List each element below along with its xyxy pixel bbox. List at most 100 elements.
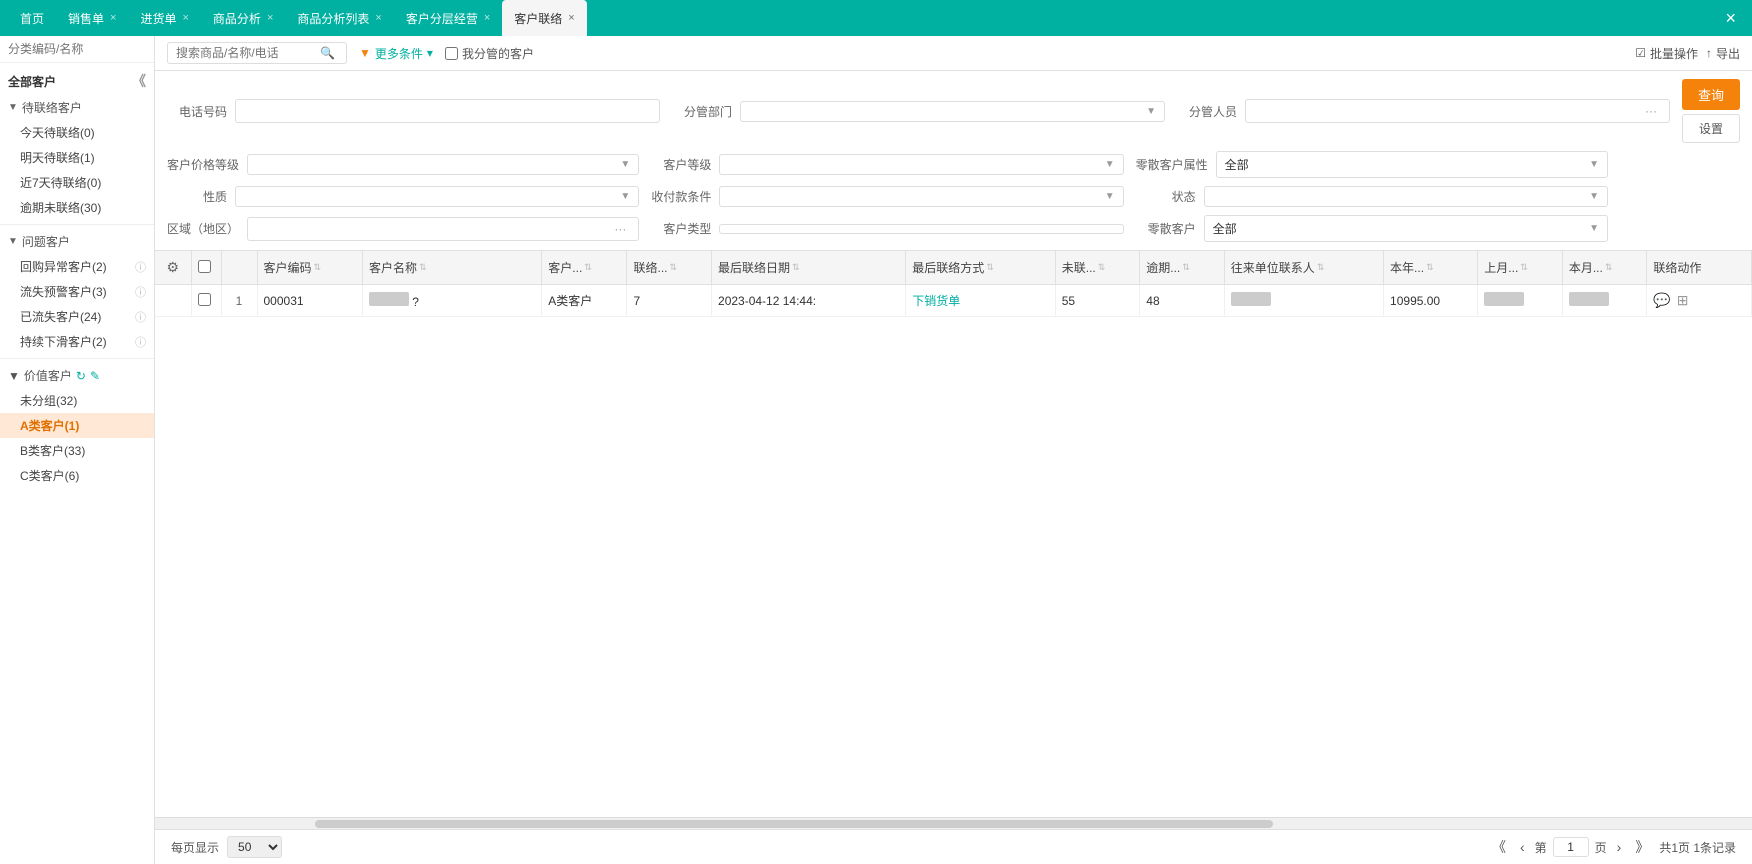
sidebar-item-churned[interactable]: 已流失客户(24) ⓘ: [0, 304, 154, 329]
close-icon[interactable]: ×: [267, 12, 273, 24]
nature-label: 性质: [167, 188, 227, 205]
qr-icon[interactable]: ⊞: [1677, 292, 1689, 309]
nav-tab-goods-analysis[interactable]: 商品分析 ×: [201, 0, 285, 36]
col-last-contact-date[interactable]: 最后联络日期⇅: [712, 251, 906, 285]
first-page-button[interactable]: 《: [1488, 837, 1510, 857]
window-close-button[interactable]: ×: [1717, 8, 1744, 29]
col-company-contact[interactable]: 往来单位联系人⇅: [1224, 251, 1383, 285]
sidebar-section-pending[interactable]: ▼ 待联络客户: [0, 95, 154, 120]
dept-select[interactable]: ▼: [740, 101, 1165, 122]
info-icon: ⓘ: [135, 334, 146, 350]
col-settings[interactable]: ⚙: [155, 251, 191, 285]
scroll-thumb[interactable]: [315, 820, 1273, 828]
contact-method-link[interactable]: 下销货单: [912, 294, 960, 308]
per-page-select[interactable]: 50 100 200: [227, 836, 282, 858]
col-no-contact[interactable]: 未联...⇅: [1055, 251, 1140, 285]
sidebar-item-churn-warning[interactable]: 流失预警客户(3) ⓘ: [0, 279, 154, 304]
settings-button[interactable]: 设置: [1682, 114, 1740, 143]
collapse-icon[interactable]: 《: [132, 71, 146, 91]
prev-page-button[interactable]: ‹: [1516, 839, 1529, 855]
select-all-checkbox[interactable]: [198, 260, 211, 273]
retail-customer-select[interactable]: 全部 ▼: [1204, 215, 1608, 242]
sidebar-item-ungrouped[interactable]: 未分组(32): [0, 388, 154, 413]
phone-input[interactable]: [235, 99, 660, 123]
region-label: 区域（地区）: [167, 220, 239, 237]
chevron-down-icon: ▼: [1589, 223, 1599, 234]
refresh-icon[interactable]: ↻: [76, 369, 86, 383]
last-page-button[interactable]: 》: [1631, 837, 1653, 857]
sidebar-item-declining[interactable]: 持续下滑客户(2) ⓘ: [0, 329, 154, 354]
payment-select[interactable]: ▼: [719, 186, 1123, 207]
customer-type-select[interactable]: [719, 224, 1123, 234]
dropdown-icon: ▾: [427, 46, 433, 60]
sidebar-section-value: ▼ 价值客户 ↻ ✎: [0, 363, 154, 388]
col-last-contact-method[interactable]: 最后联络方式⇅: [906, 251, 1055, 285]
sidebar-item-repurchase-abnormal[interactable]: 回购异常客户(2) ⓘ: [0, 254, 154, 279]
nav-tab-customer-contact[interactable]: 客户联络 ×: [502, 0, 586, 36]
sidebar-search-input[interactable]: [8, 42, 155, 56]
pagination-bar: 每页显示 50 100 200 《 ‹ 第 页 › 》 共1页 1条记录: [155, 829, 1752, 864]
sidebar-item-7days[interactable]: 近7天待联络(0): [0, 170, 154, 195]
col-customer-name[interactable]: 客户名称⇅: [362, 251, 541, 285]
my-customers-check[interactable]: [445, 47, 458, 60]
next-page-button[interactable]: ›: [1613, 839, 1626, 855]
page-number-input[interactable]: [1553, 837, 1589, 857]
batch-operations-button[interactable]: ☑ 批量操作: [1635, 45, 1698, 62]
more-filters-button[interactable]: ▼ 更多条件 ▾: [359, 45, 433, 62]
nav-tab-purchase[interactable]: 进货单 ×: [128, 0, 200, 36]
cell-no-contact: 55: [1055, 285, 1140, 317]
query-button[interactable]: 查询: [1682, 79, 1740, 110]
sidebar-item-today[interactable]: 今天待联络(0): [0, 120, 154, 145]
close-icon[interactable]: ×: [484, 12, 490, 24]
region-select[interactable]: ···: [247, 217, 639, 241]
sidebar-item-overdue[interactable]: 逾期未联络(30): [0, 195, 154, 220]
col-customer-level[interactable]: 客户...⇅: [542, 251, 627, 285]
close-icon[interactable]: ×: [110, 12, 116, 24]
nav-home[interactable]: 首页: [8, 0, 56, 36]
export-button[interactable]: ↑ 导出: [1706, 45, 1740, 62]
nav-tab-sales[interactable]: 销售单 ×: [56, 0, 128, 36]
person-select[interactable]: ···: [1245, 99, 1670, 123]
col-contact[interactable]: 联络...⇅: [627, 251, 712, 285]
sidebar-item-c-class[interactable]: C类客户(6): [0, 463, 154, 488]
col-last-month[interactable]: 上月...⇅: [1478, 251, 1563, 285]
col-overdue[interactable]: 逾期...⇅: [1140, 251, 1225, 285]
sidebar-section-problem[interactable]: ▼ 问题客户: [0, 229, 154, 254]
horizontal-scrollbar[interactable]: [155, 817, 1752, 829]
nav-tab-customer-segment[interactable]: 客户分层经营 ×: [394, 0, 502, 36]
nav-tab-goods-analysis-list[interactable]: 商品分析列表 ×: [285, 0, 393, 36]
filter-cell-nature: 性质 ▼: [167, 186, 651, 207]
close-icon[interactable]: ×: [375, 12, 381, 24]
col-customer-code[interactable]: 客户编码⇅: [257, 251, 362, 285]
main-layout: 🔍 全部客户 《 ▼ 待联络客户 今天待联络(0) 明天待联络(1) 近7天待联…: [0, 36, 1752, 864]
row-checkbox[interactable]: [198, 293, 211, 306]
dots-icon[interactable]: ···: [1641, 104, 1661, 118]
sidebar-item-tomorrow[interactable]: 明天待联络(1): [0, 145, 154, 170]
search-icon[interactable]: 🔍: [320, 46, 335, 60]
cell-settings: [155, 285, 191, 317]
nature-select[interactable]: ▼: [235, 186, 639, 207]
sidebar-item-a-class[interactable]: A类客户(1): [0, 413, 154, 438]
retail-attr-label: 零散客户属性: [1136, 156, 1208, 173]
close-icon[interactable]: ×: [182, 12, 188, 24]
status-select[interactable]: ▼: [1204, 186, 1608, 207]
sidebar-divider: [0, 224, 154, 225]
col-this-month[interactable]: 本月...⇅: [1562, 251, 1647, 285]
pagination-right: 《 ‹ 第 页 › 》 共1页 1条记录: [1488, 837, 1736, 857]
my-customers-checkbox[interactable]: 我分管的客户: [445, 45, 534, 62]
chat-icon[interactable]: 💬: [1653, 292, 1670, 309]
sort-icon: ⇅: [1605, 262, 1613, 273]
dots-icon[interactable]: ···: [610, 222, 630, 236]
col-this-year[interactable]: 本年...⇅: [1384, 251, 1478, 285]
filter-cell-price-level: 客户价格等级 ▼: [167, 154, 651, 175]
search-input[interactable]: [176, 46, 316, 60]
chevron-down-icon: ▼: [1146, 106, 1156, 117]
sidebar-item-b-class[interactable]: B类客户(33): [0, 438, 154, 463]
close-icon[interactable]: ×: [568, 12, 574, 24]
sort-icon: ⇅: [1426, 262, 1434, 273]
edit-icon[interactable]: ✎: [90, 369, 100, 383]
retail-attr-select[interactable]: 全部 ▼: [1216, 151, 1608, 178]
settings-icon[interactable]: ⚙: [166, 259, 179, 275]
customer-level-select[interactable]: ▼: [719, 154, 1123, 175]
price-level-select[interactable]: ▼: [247, 154, 639, 175]
